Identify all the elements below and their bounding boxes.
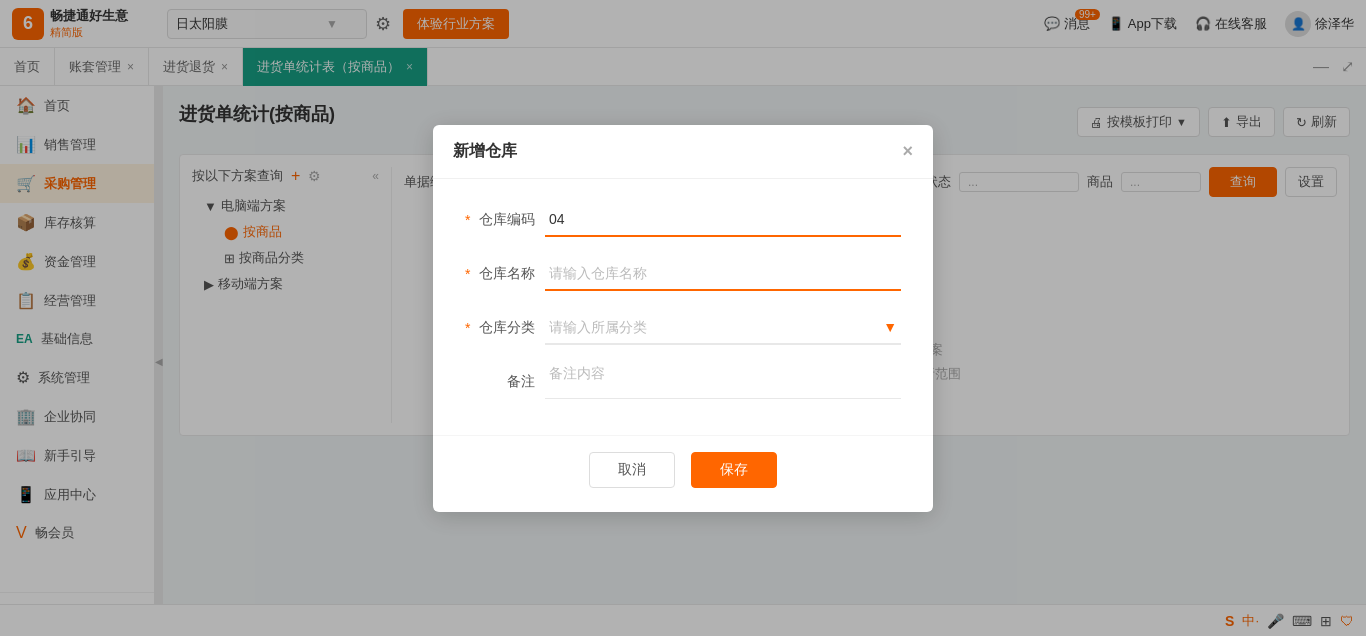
warehouse-name-label: 仓库名称 <box>465 265 545 283</box>
select-arrow-icon: ▼ <box>883 319 897 335</box>
warehouse-note-row: 备注 <box>465 365 901 399</box>
warehouse-category-label: 仓库分类 <box>465 319 545 337</box>
warehouse-category-select[interactable]: ▼ <box>545 311 901 345</box>
save-button[interactable]: 保存 <box>691 452 777 488</box>
modal-header: 新增仓库 × <box>433 125 933 179</box>
modal-overlay: 新增仓库 × 仓库编码 仓库名称 仓库分类 ▼ <box>0 0 1366 636</box>
warehouse-category-input[interactable] <box>545 319 901 335</box>
modal-title: 新增仓库 <box>453 141 517 162</box>
modal-footer: 取消 保存 <box>433 435 933 512</box>
warehouse-note-label: 备注 <box>465 373 545 391</box>
warehouse-code-label: 仓库编码 <box>465 211 545 229</box>
modal-close-button[interactable]: × <box>902 142 913 160</box>
warehouse-code-input[interactable] <box>545 203 901 237</box>
cancel-button[interactable]: 取消 <box>589 452 675 488</box>
warehouse-note-textarea[interactable] <box>545 365 901 399</box>
add-warehouse-modal: 新增仓库 × 仓库编码 仓库名称 仓库分类 ▼ <box>433 125 933 512</box>
warehouse-name-row: 仓库名称 <box>465 257 901 291</box>
warehouse-category-row: 仓库分类 ▼ <box>465 311 901 345</box>
modal-body: 仓库编码 仓库名称 仓库分类 ▼ 备注 <box>433 179 933 435</box>
warehouse-name-input[interactable] <box>545 257 901 291</box>
warehouse-code-row: 仓库编码 <box>465 203 901 237</box>
